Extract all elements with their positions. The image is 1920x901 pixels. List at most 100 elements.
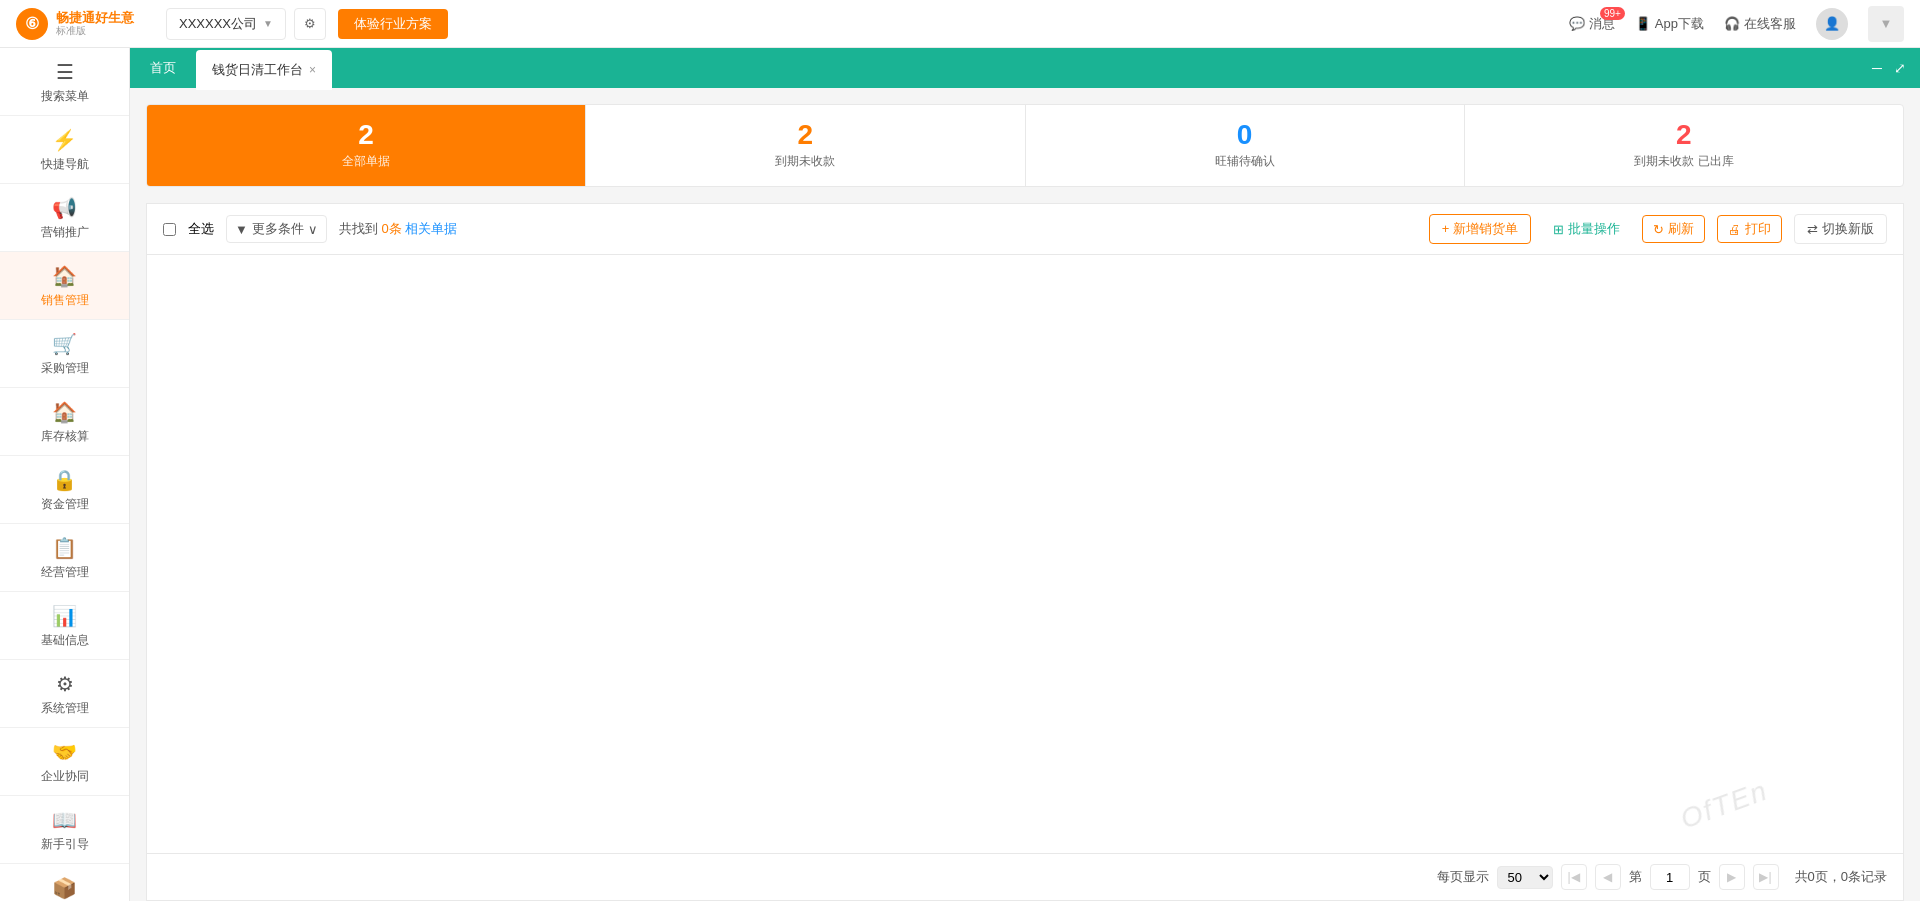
sidebar-item-operations[interactable]: 📋 经营管理: [0, 524, 129, 592]
header-right: 💬 消息 99+ 📱 App下载 🎧 在线客服 👤 ▼: [1569, 6, 1904, 42]
enterprise-icon: 🤝: [52, 740, 77, 764]
main-content: 首页 钱货日清工作台 × ─ ⤢ 2 全部单据 2 到期未收款: [130, 48, 1920, 901]
app-center-icon: 📦: [52, 876, 77, 900]
found-text: 共找到 0条 相关单据: [339, 220, 457, 238]
sales-icon: 🏠: [52, 264, 77, 288]
sidebar-item-label-quick-nav: 快捷导航: [41, 156, 89, 173]
stat-card-all[interactable]: 2 全部单据: [147, 105, 586, 186]
new-sales-order-button[interactable]: + 新增销货单: [1429, 214, 1531, 244]
tab-home[interactable]: 首页: [130, 48, 196, 88]
app-download-button[interactable]: 📱 App下载: [1635, 15, 1704, 33]
tab-close-button[interactable]: ×: [309, 63, 316, 77]
pagination-last-button[interactable]: ▶|: [1753, 864, 1779, 890]
per-page-select[interactable]: 10 20 50 100: [1497, 866, 1553, 889]
sidebar-item-quick-nav[interactable]: ⚡ 快捷导航: [0, 116, 129, 184]
more-filter-button[interactable]: ▼ 更多条件 ∨: [226, 215, 327, 243]
download-icon: 📱: [1635, 16, 1651, 31]
avatar[interactable]: 👤: [1816, 8, 1848, 40]
tab-bar: 首页 钱货日清工作台 × ─ ⤢: [130, 48, 1920, 88]
pagination-prev-button[interactable]: ◀: [1595, 864, 1621, 890]
sidebar-item-enterprise[interactable]: 🤝 企业协同: [0, 728, 129, 796]
pagination-bar: 每页显示 10 20 50 100 |◀ ◀ 第 页 ▶ ▶| 共0页，0条记录: [146, 854, 1904, 901]
sidebar-item-finance[interactable]: 🔒 资金管理: [0, 456, 129, 524]
sidebar-item-label-finance: 资金管理: [41, 496, 89, 513]
refresh-label: 刷新: [1668, 220, 1694, 238]
active-tab-label: 钱货日清工作台: [212, 61, 303, 79]
gear-icon: ⚙: [304, 16, 316, 31]
sidebar-item-app-center[interactable]: 📦 应用中心: [0, 864, 129, 901]
stat-number-overdue-unpaid: 2: [798, 121, 814, 149]
table-area: [146, 254, 1904, 854]
user-menu-icon: ▼: [1880, 16, 1893, 31]
sidebar-item-inventory[interactable]: 🏠 库存核算: [0, 388, 129, 456]
toolbar: 全选 ▼ 更多条件 ∨ 共找到 0条 相关单据 + 新增销货单 ⊞: [146, 203, 1904, 254]
sidebar-item-search-menu[interactable]: ☰ 搜索菜单: [0, 48, 129, 116]
online-service-button[interactable]: 🎧 在线客服: [1724, 15, 1796, 33]
sidebar-item-label-search-menu: 搜索菜单: [41, 88, 89, 105]
stat-card-overdue-unpaid[interactable]: 2 到期未收款: [586, 105, 1025, 186]
company-selector[interactable]: XXXXXX公司 ▼: [166, 8, 286, 40]
tab-minimize-button[interactable]: ─: [1870, 58, 1884, 78]
filter-icon: ▼: [235, 222, 248, 237]
sidebar-item-label-purchase: 采购管理: [41, 360, 89, 377]
tab-bar-controls: ─ ⤢: [1870, 58, 1920, 78]
stat-card-wangwang[interactable]: 0 旺辅待确认: [1026, 105, 1465, 186]
sidebar-item-sales[interactable]: 🏠 销售管理: [0, 252, 129, 320]
trial-button[interactable]: 体验行业方案: [338, 9, 448, 39]
stat-number-overdue-not-shipped: 2: [1676, 121, 1692, 149]
search-menu-icon: ☰: [56, 60, 74, 84]
sidebar-item-beginner[interactable]: 📖 新手引导: [0, 796, 129, 864]
message-button[interactable]: 💬 消息 99+: [1569, 15, 1615, 33]
user-menu-button[interactable]: ▼: [1868, 6, 1904, 42]
headset-icon: 🎧: [1724, 16, 1740, 31]
logo-area: ⑥ 畅捷通好生意 标准版: [16, 8, 146, 40]
related-link[interactable]: 相关单据: [405, 221, 457, 236]
logo-text: 畅捷通好生意 标准版: [56, 10, 134, 38]
sidebar-item-system[interactable]: ⚙ 系统管理: [0, 660, 129, 728]
content-area: 2 全部单据 2 到期未收款 0 旺辅待确认 2 到期未收款 已出库: [130, 88, 1920, 901]
pagination-page-input[interactable]: [1650, 864, 1690, 890]
message-badge: 99+: [1600, 7, 1625, 20]
app-logo-icon: ⑥: [16, 8, 48, 40]
logo-main: 畅捷通好生意: [56, 10, 134, 26]
company-name: XXXXXX公司: [179, 15, 257, 33]
pagination-total: 共0页，0条记录: [1795, 868, 1887, 886]
stat-card-overdue-not-shipped[interactable]: 2 到期未收款 已出库: [1465, 105, 1903, 186]
pagination-page-label: 第: [1629, 868, 1642, 886]
print-button[interactable]: 🖨 打印: [1717, 215, 1782, 243]
toolbar-left: 全选 ▼ 更多条件 ∨ 共找到 0条 相关单据: [163, 215, 1417, 243]
switch-new-version-button[interactable]: ⇄ 切换新版: [1794, 214, 1887, 244]
toolbar-right: + 新增销货单 ⊞ 批量操作 ↻ 刷新 🖨 打印 ⇄: [1429, 214, 1887, 244]
sidebar-item-label-sales: 销售管理: [41, 292, 89, 309]
app-download-label: App下载: [1655, 15, 1704, 33]
sidebar-item-label-operations: 经营管理: [41, 564, 89, 581]
sidebar-item-label-enterprise: 企业协同: [41, 768, 89, 785]
message-icon: 💬: [1569, 16, 1585, 31]
sidebar-item-label-beginner: 新手引导: [41, 836, 89, 853]
select-all-checkbox[interactable]: [163, 223, 176, 236]
switch-label: 切换新版: [1822, 220, 1874, 238]
settings-button[interactable]: ⚙: [294, 8, 326, 40]
tab-expand-button[interactable]: ⤢: [1892, 58, 1908, 78]
stat-label-overdue-unpaid: 到期未收款: [775, 153, 835, 170]
stat-number-wangwang: 0: [1237, 121, 1253, 149]
sidebar-item-basic-info[interactable]: 📊 基础信息: [0, 592, 129, 660]
purchase-icon: 🛒: [52, 332, 77, 356]
sidebar-item-label-basic-info: 基础信息: [41, 632, 89, 649]
sidebar-item-purchase[interactable]: 🛒 采购管理: [0, 320, 129, 388]
sidebar-item-marketing[interactable]: 📢 营销推广: [0, 184, 129, 252]
pagination-page-suffix: 页: [1698, 868, 1711, 886]
operations-icon: 📋: [52, 536, 77, 560]
refresh-icon: ↻: [1653, 222, 1664, 237]
system-icon: ⚙: [56, 672, 74, 696]
pagination-next-button[interactable]: ▶: [1719, 864, 1745, 890]
main-layout: ☰ 搜索菜单 ⚡ 快捷导航 📢 营销推广 🏠 销售管理 🛒 采购管理 🏠 库存核…: [0, 48, 1920, 901]
switch-icon: ⇄: [1807, 222, 1818, 237]
refresh-button[interactable]: ↻ 刷新: [1642, 215, 1705, 243]
online-service-label: 在线客服: [1744, 15, 1796, 33]
batch-operation-button[interactable]: ⊞ 批量操作: [1543, 216, 1630, 242]
pagination-first-button[interactable]: |◀: [1561, 864, 1587, 890]
tab-active[interactable]: 钱货日清工作台 ×: [196, 50, 332, 90]
sidebar-item-label-system: 系统管理: [41, 700, 89, 717]
filter-chevron: ∨: [308, 222, 318, 237]
